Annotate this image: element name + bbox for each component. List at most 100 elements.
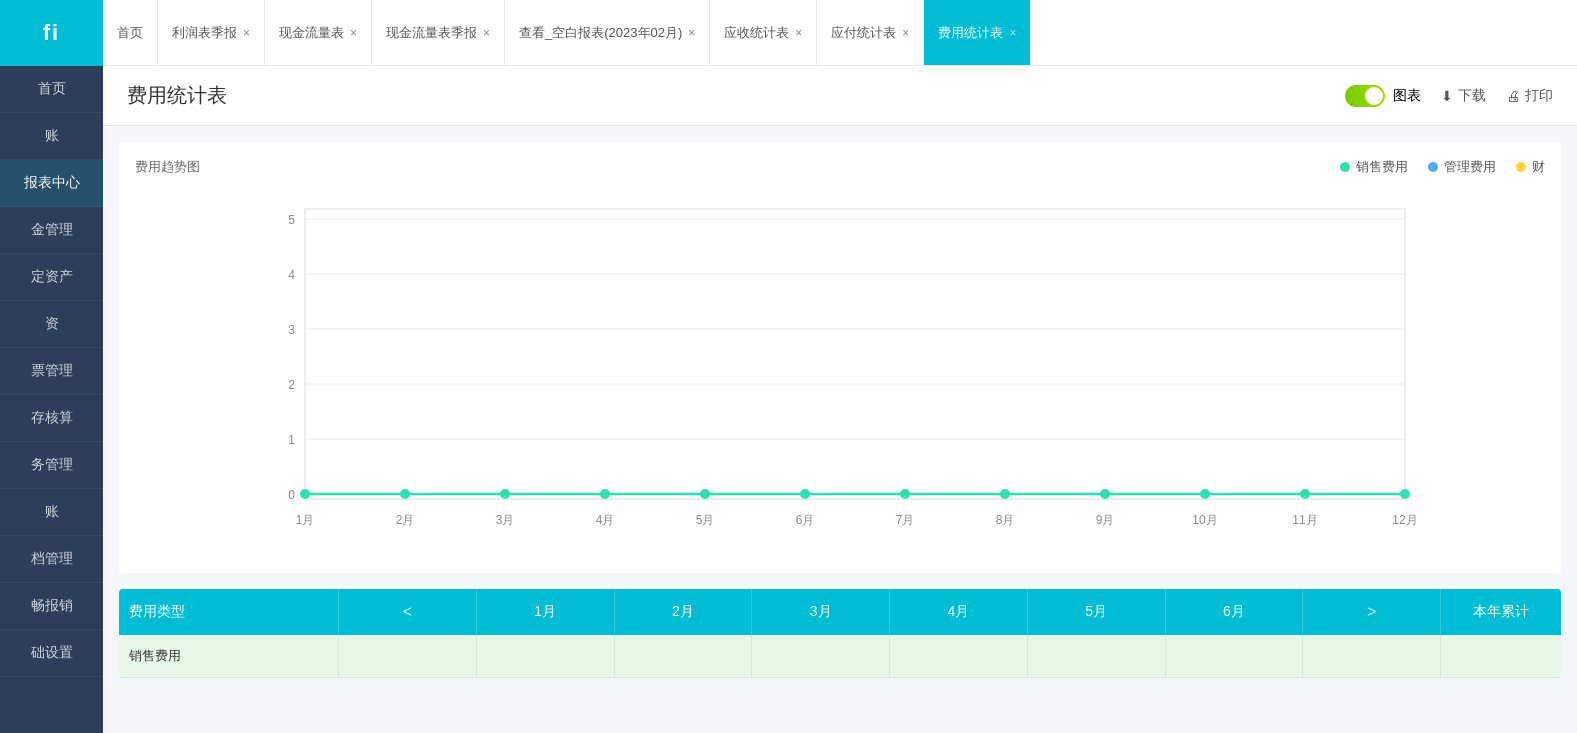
legend-sales: 销售费用 — [1340, 158, 1408, 176]
sidebar-item-services[interactable]: 务管理 — [0, 442, 103, 489]
sidebar: fi 首页 账 报表中心 金管理 定资产 资 票管理 存核算 务管理 账 档管理… — [0, 0, 103, 733]
td-val-3 — [752, 635, 890, 677]
sidebar-item-home[interactable]: 首页 — [0, 66, 103, 113]
th-month-6: 6月 — [1166, 589, 1304, 635]
tab-close-cashflow-quarterly[interactable]: × — [483, 26, 490, 40]
toggle-label: 图表 — [1393, 87, 1421, 105]
sidebar-logo: fi — [0, 0, 103, 66]
th-month-4: 4月 — [890, 589, 1028, 635]
td-val-4 — [890, 635, 1028, 677]
svg-text:5月: 5月 — [696, 513, 715, 527]
tab-close-expense-stats[interactable]: × — [1009, 26, 1016, 40]
th-month-1: 1月 — [477, 589, 615, 635]
svg-text:3月: 3月 — [496, 513, 515, 527]
sidebar-item-inventory[interactable]: 存核算 — [0, 395, 103, 442]
svg-text:12月: 12月 — [1392, 513, 1417, 527]
chart-toggle-wrap: 图表 — [1345, 85, 1421, 107]
svg-text:6月: 6月 — [796, 513, 815, 527]
page-content: 费用统计表 图表 ⬇ 下载 🖨 打印 费用趋势图 — [103, 66, 1577, 733]
chart-container: 费用趋势图 销售费用 管理费用 财 — [119, 142, 1561, 573]
sidebar-item-capital[interactable]: 资 — [0, 301, 103, 348]
sidebar-item-account[interactable]: 账 — [0, 113, 103, 160]
td-val-2 — [615, 635, 753, 677]
prev-month-button[interactable]: < — [403, 603, 412, 621]
svg-text:11月: 11月 — [1292, 513, 1317, 527]
legend-financial: 财 — [1516, 158, 1545, 176]
chart-svg-wrap: 5 4 3 2 1 0 — [135, 184, 1545, 557]
tab-expense-stats[interactable]: 费用统计表 × — [924, 0, 1031, 65]
table-header-row: 费用类型 < 1月 2月 3月 4月 5月 — [119, 589, 1561, 635]
tab-close-profit-quarterly[interactable]: × — [243, 26, 250, 40]
tab-blank-report[interactable]: 查看_空白报表(2023年02月) × — [505, 0, 710, 65]
tab-close-payable[interactable]: × — [902, 26, 909, 40]
legend-management: 管理费用 — [1428, 158, 1496, 176]
tab-receivable[interactable]: 应收统计表 × — [710, 0, 817, 65]
svg-text:2月: 2月 — [396, 513, 415, 527]
svg-point-22 — [1200, 489, 1210, 499]
legend-dot-financial — [1516, 162, 1526, 172]
td-val-5 — [1028, 635, 1166, 677]
tab-close-receivable[interactable]: × — [795, 26, 802, 40]
svg-point-19 — [900, 489, 910, 499]
sidebar-item-reports[interactable]: 报表中心 — [0, 160, 103, 207]
td-val-6 — [1166, 635, 1304, 677]
svg-point-15 — [500, 489, 510, 499]
sidebar-item-finance[interactable]: 金管理 — [0, 207, 103, 254]
tab-close-blank-report[interactable]: × — [688, 26, 695, 40]
td-nav-prev — [339, 635, 477, 677]
chart-toggle[interactable] — [1345, 85, 1385, 107]
svg-text:1: 1 — [288, 433, 295, 447]
tab-cashflow-quarterly[interactable]: 现金流量表季报 × — [372, 0, 505, 65]
tab-profit-quarterly[interactable]: 利润表季报 × — [158, 0, 265, 65]
sidebar-item-archive[interactable]: 档管理 — [0, 536, 103, 583]
legend-label-sales: 销售费用 — [1356, 158, 1408, 176]
th-next[interactable]: > — [1303, 589, 1441, 635]
download-button[interactable]: ⬇ 下载 — [1441, 87, 1486, 105]
tab-payable[interactable]: 应付统计表 × — [817, 0, 924, 65]
next-month-button[interactable]: > — [1367, 603, 1376, 621]
sidebar-item-settings[interactable]: 础设置 — [0, 630, 103, 677]
sidebar-item-expense[interactable]: 畅报销 — [0, 583, 103, 630]
svg-point-14 — [400, 489, 410, 499]
svg-text:0: 0 — [288, 488, 295, 502]
tab-home[interactable]: 首页 — [103, 0, 158, 65]
page-title: 费用统计表 — [127, 82, 227, 109]
th-month-2: 2月 — [615, 589, 753, 635]
svg-point-18 — [800, 489, 810, 499]
page-header: 费用统计表 图表 ⬇ 下载 🖨 打印 — [103, 66, 1577, 126]
svg-point-17 — [700, 489, 710, 499]
chart-title: 费用趋势图 — [135, 158, 200, 176]
th-year-total: 本年累计 — [1441, 589, 1561, 635]
svg-point-23 — [1300, 489, 1310, 499]
svg-point-24 — [1400, 489, 1410, 499]
tab-close-cashflow[interactable]: × — [350, 26, 357, 40]
th-month-5: 5月 — [1028, 589, 1166, 635]
print-button[interactable]: 🖨 打印 — [1506, 87, 1553, 105]
print-icon: 🖨 — [1506, 88, 1520, 104]
table-row: 销售费用 — [119, 635, 1561, 678]
svg-text:9月: 9月 — [1096, 513, 1115, 527]
svg-point-13 — [300, 489, 310, 499]
svg-text:3: 3 — [288, 323, 295, 337]
svg-text:1月: 1月 — [296, 513, 315, 527]
main-content: 首页 利润表季报 × 现金流量表 × 现金流量表季报 × 查看_空白报表(202… — [103, 0, 1577, 733]
legend-dot-sales — [1340, 162, 1350, 172]
svg-text:5: 5 — [288, 213, 295, 227]
td-type: 销售费用 — [119, 635, 339, 677]
svg-text:4月: 4月 — [596, 513, 615, 527]
table-container: 费用类型 < 1月 2月 3月 4月 5月 — [119, 589, 1561, 678]
sidebar-item-ledger[interactable]: 账 — [0, 489, 103, 536]
svg-rect-12 — [305, 209, 1405, 499]
sidebar-item-tickets[interactable]: 票管理 — [0, 348, 103, 395]
svg-text:2: 2 — [288, 378, 295, 392]
tab-bar: 首页 利润表季报 × 现金流量表 × 现金流量表季报 × 查看_空白报表(202… — [103, 0, 1577, 66]
svg-point-21 — [1100, 489, 1110, 499]
th-prev[interactable]: < — [339, 589, 477, 635]
sidebar-item-assets[interactable]: 定资产 — [0, 254, 103, 301]
tab-cashflow[interactable]: 现金流量表 × — [265, 0, 372, 65]
download-icon: ⬇ — [1441, 88, 1453, 104]
svg-point-20 — [1000, 489, 1010, 499]
legend-dot-management — [1428, 162, 1438, 172]
td-val-1 — [477, 635, 615, 677]
chart-legend: 销售费用 管理费用 财 — [1340, 158, 1545, 176]
